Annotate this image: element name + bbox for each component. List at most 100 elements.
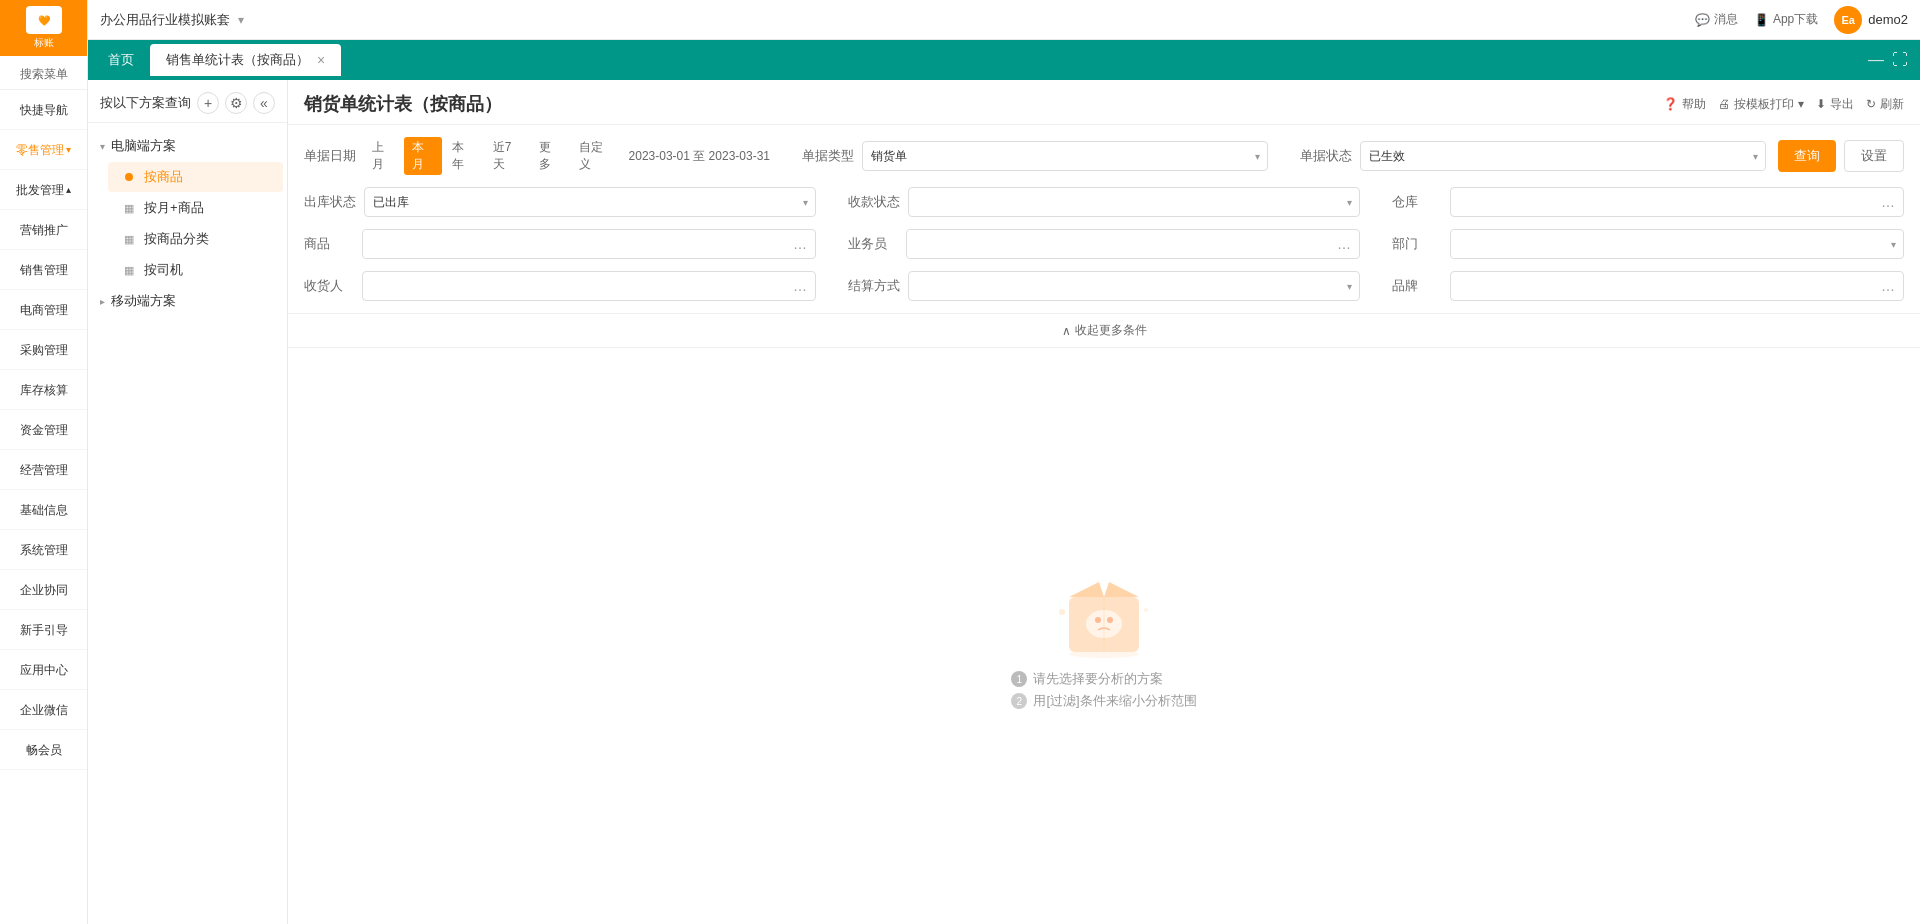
date-tab-this-month[interactable]: 本月 <box>404 137 442 175</box>
filter-area: 单据日期 上月 本月 本年 近7天 更多 自定义 2023-03-01 至 20… <box>288 125 1920 314</box>
sidebar-item-purchase[interactable]: 采购管理 <box>0 330 87 370</box>
help-btn[interactable]: ❓ 帮助 <box>1663 96 1706 113</box>
filter-row-1: 单据日期 上月 本月 本年 近7天 更多 自定义 2023-03-01 至 20… <box>304 137 1904 175</box>
brand-select[interactable] <box>1450 271 1904 301</box>
tree-child-driver[interactable]: ▦ 按司机 <box>108 255 283 285</box>
page-title: 销货单统计表（按商品） <box>304 92 502 116</box>
sidebar-item-inventory[interactable]: 库存核算 <box>0 370 87 410</box>
tab-controls: — ⛶ <box>1868 51 1916 69</box>
main-area: 办公用品行业模拟账套 ▾ 💬 消息 📱 App下载 Ea demo2 首页 <box>88 0 1920 924</box>
date-tab-custom[interactable]: 自定义 <box>571 137 620 175</box>
tab-minimize-btn[interactable]: — <box>1868 51 1884 69</box>
sidebar-item-enterprise[interactable]: 企业协同 <box>0 570 87 610</box>
sidebar-item-finance[interactable]: 资金管理 <box>0 410 87 450</box>
warehouse-dots-icon: … <box>1881 194 1896 210</box>
warehouse-select[interactable] <box>1450 187 1904 217</box>
collapse-panel-btn[interactable]: « <box>253 92 275 114</box>
app-download-btn[interactable]: 📱 App下载 <box>1754 11 1818 28</box>
date-tab-this-year[interactable]: 本年 <box>444 137 482 175</box>
sidebar-item-sales[interactable]: 销售管理 <box>0 250 87 290</box>
tab-home[interactable]: 首页 <box>92 44 150 76</box>
receiver-select[interactable] <box>362 271 816 301</box>
user-profile[interactable]: Ea demo2 <box>1834 6 1908 34</box>
sidebar-item-quick-nav[interactable]: 快捷导航 <box>0 90 87 130</box>
filter-department: 部门 ▾ <box>1392 229 1904 259</box>
stock-out-select[interactable]: 已出库 <box>364 187 816 217</box>
payment-select[interactable] <box>908 187 1360 217</box>
export-btn[interactable]: ⬇ 导出 <box>1816 96 1854 113</box>
receiver-dots-icon: … <box>793 278 808 294</box>
sidebar-item-basic-info[interactable]: 基础信息 <box>0 490 87 530</box>
sidebar-item-marketing[interactable]: 营销推广 <box>0 210 87 250</box>
date-tab-last-month[interactable]: 上月 <box>364 137 402 175</box>
stock-out-arrow-icon: ▾ <box>803 197 808 208</box>
date-filter-controls: 上月 本月 本年 近7天 更多 自定义 2023-03-01 至 2023-03… <box>364 137 770 175</box>
filter-doc-status: 单据状态 已生效 ▾ <box>1300 141 1766 171</box>
sidebar-item-beginner[interactable]: 新手引导 <box>0 610 87 650</box>
stock-out-label: 出库状态 <box>304 193 356 211</box>
tree-child-month-goods[interactable]: ▦ 按月+商品 <box>108 193 283 223</box>
sidebar-item-member[interactable]: 畅会员 <box>0 730 87 770</box>
brand-select-wrapper: … <box>1450 271 1904 301</box>
sidebar-item-wechat[interactable]: 企业微信 <box>0 690 87 730</box>
page-header: 销货单统计表（按商品） ❓ 帮助 🖨 按模板打印 ▾ ⬇ 导出 <box>288 80 1920 125</box>
salesperson-select[interactable] <box>906 229 1360 259</box>
message-btn[interactable]: 💬 消息 <box>1695 11 1738 28</box>
tree-child-goods-category[interactable]: ▦ 按商品分类 <box>108 224 283 254</box>
filter-row-4: 收货人 … 结算方式 <box>304 271 1904 301</box>
page-actions: ❓ 帮助 🖨 按模板打印 ▾ ⬇ 导出 ↻ 刷新 <box>1663 96 1904 113</box>
help-icon: ❓ <box>1663 97 1678 111</box>
sidebar: 🧡 标账 搜索菜单 快捷导航 零售管理 ▾ 批发管理 ▴ 营销推广 销售管理 电… <box>0 0 88 924</box>
receiver-select-wrapper: … <box>362 271 816 301</box>
salesperson-dots-icon: … <box>1337 236 1352 252</box>
expand-icon-wholesale: ▴ <box>66 184 71 195</box>
sidebar-item-wholesale[interactable]: 批发管理 ▴ <box>0 170 87 210</box>
search-menu[interactable]: 搜索菜单 <box>0 56 87 90</box>
header-title: 办公用品行业模拟账套 <box>100 11 230 29</box>
settings-btn[interactable]: 设置 <box>1844 140 1904 172</box>
header-right: 💬 消息 📱 App下载 Ea demo2 <box>1695 6 1908 34</box>
date-tab-more[interactable]: 更多 <box>531 137 569 175</box>
doc-type-arrow-icon: ▾ <box>1255 151 1260 162</box>
tree-child-by-goods[interactable]: 按商品 <box>108 162 283 192</box>
left-panel-header: 按以下方案查询 + ⚙ « <box>88 80 287 123</box>
sidebar-item-operations[interactable]: 经营管理 <box>0 450 87 490</box>
svg-point-5 <box>1059 609 1065 615</box>
tab-sales-stats[interactable]: 销售单统计表（按商品） × <box>150 44 341 76</box>
brand-label: 品牌 <box>1392 277 1442 295</box>
settings-scheme-btn[interactable]: ⚙ <box>225 92 247 114</box>
sidebar-item-app-center[interactable]: 应用中心 <box>0 650 87 690</box>
left-panel: 按以下方案查询 + ⚙ « ▾ 电脑端方案 按商品 ▦ <box>88 80 288 924</box>
sidebar-item-system[interactable]: 系统管理 <box>0 530 87 570</box>
refresh-btn[interactable]: ↻ 刷新 <box>1866 96 1904 113</box>
stock-out-select-wrapper: 已出库 ▾ <box>364 187 816 217</box>
goods-label: 商品 <box>304 235 354 253</box>
empty-illustration <box>1044 562 1164 662</box>
add-scheme-btn[interactable]: + <box>197 92 219 114</box>
doc-status-select[interactable]: 已生效 <box>1360 141 1766 171</box>
header-dropdown-icon[interactable]: ▾ <box>238 13 244 27</box>
download-icon: 📱 <box>1754 13 1769 27</box>
payment-select-wrapper: ▾ <box>908 187 1360 217</box>
sidebar-item-ecommerce[interactable]: 电商管理 <box>0 290 87 330</box>
doc-type-select[interactable]: 销货单 <box>862 141 1268 171</box>
empty-tips: 1 请先选择要分析的方案 2 用[过滤]条件来缩小分析范围 <box>1011 670 1196 710</box>
filter-row-3: 商品 … 业务员 <box>304 229 1904 259</box>
tab-maximize-btn[interactable]: ⛶ <box>1892 51 1908 69</box>
header-left: 办公用品行业模拟账套 ▾ <box>100 11 244 29</box>
driver-icon: ▦ <box>120 261 138 279</box>
filter-receiver: 收货人 … <box>304 271 816 301</box>
print-btn[interactable]: 🖨 按模板打印 ▾ <box>1718 96 1804 113</box>
right-panel: 销货单统计表（按商品） ❓ 帮助 🖨 按模板打印 ▾ ⬇ 导出 <box>288 80 1920 924</box>
department-select[interactable] <box>1450 229 1904 259</box>
tree-parent-mobile[interactable]: ▸ 移动端方案 <box>88 286 287 316</box>
sidebar-item-retail[interactable]: 零售管理 ▾ <box>0 130 87 170</box>
tab-close-btn[interactable]: × <box>317 53 325 67</box>
query-btn[interactable]: 查询 <box>1778 140 1836 172</box>
active-dot-icon <box>120 168 138 186</box>
collapse-conditions-btn[interactable]: ∧ 收起更多条件 <box>1062 322 1147 339</box>
settlement-select[interactable] <box>908 271 1360 301</box>
tree-parent-pc[interactable]: ▾ 电脑端方案 <box>88 131 287 161</box>
goods-select[interactable] <box>362 229 816 259</box>
date-tab-7days[interactable]: 近7天 <box>485 137 529 175</box>
